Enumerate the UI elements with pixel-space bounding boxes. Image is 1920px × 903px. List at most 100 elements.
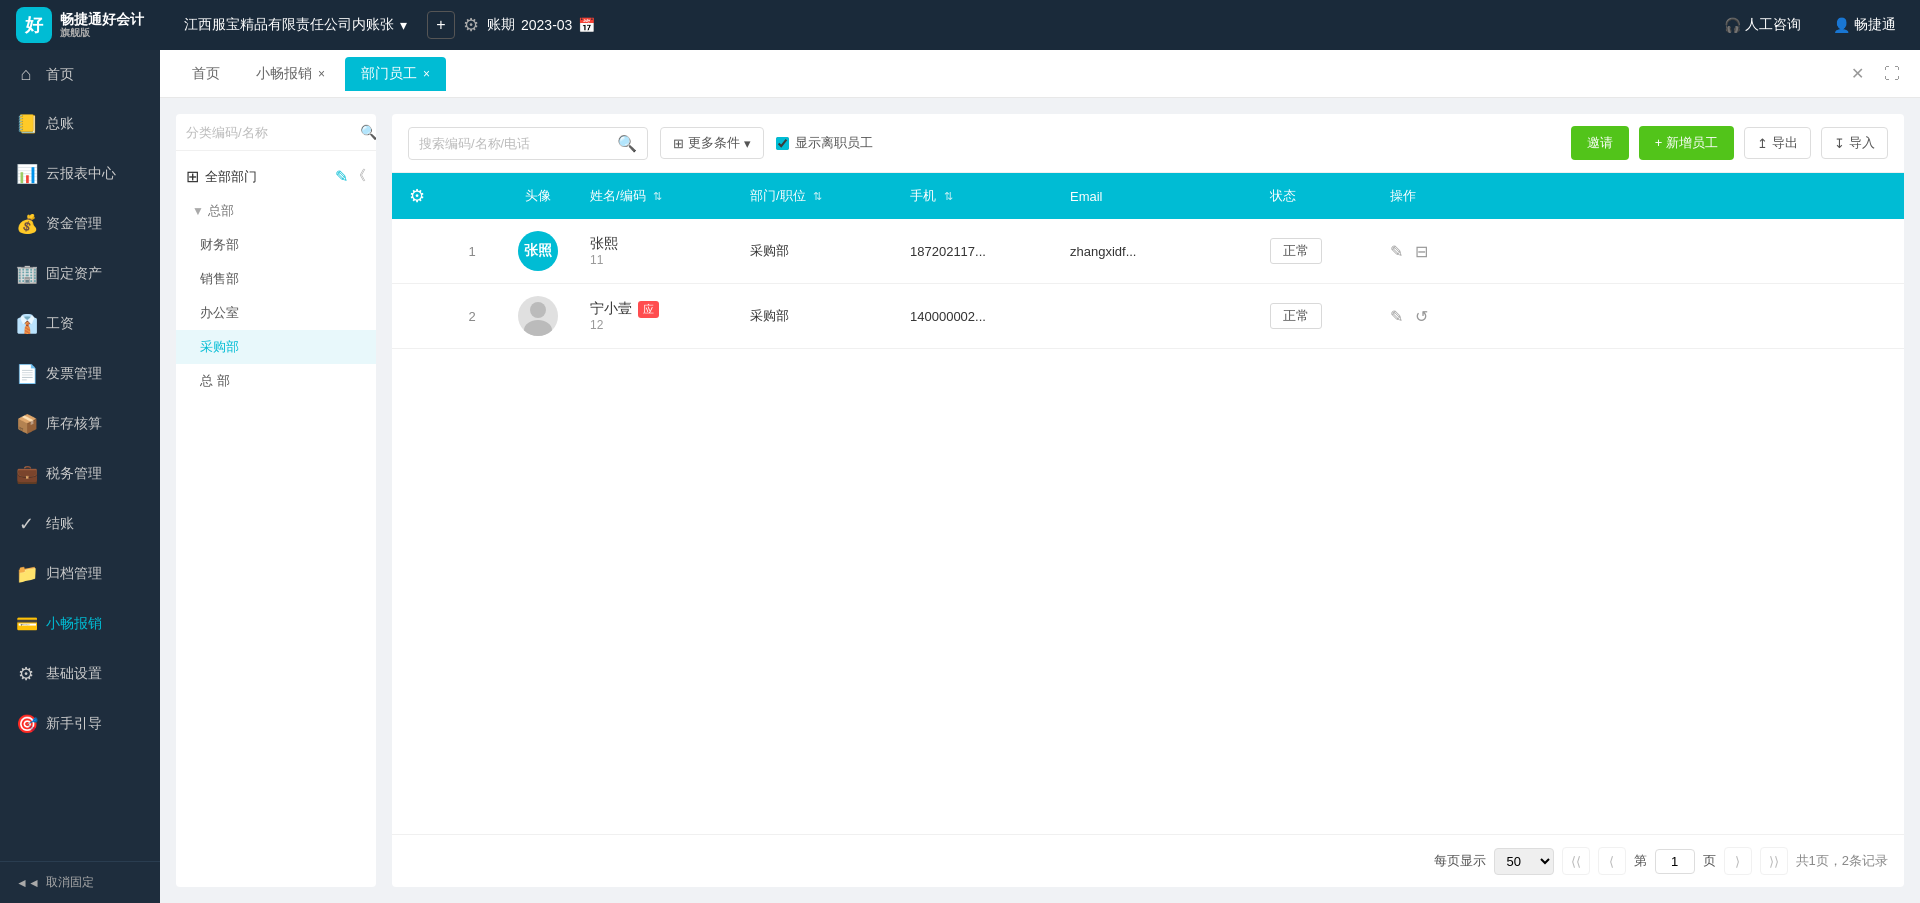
col-dept-sort-icon: ⇅: [813, 190, 822, 202]
company-select[interactable]: 江西服宝精品有限责任公司内账张 ▾: [176, 12, 415, 38]
col-phone-label: 手机: [910, 188, 936, 203]
close-tab-button[interactable]: ✕: [1847, 60, 1868, 87]
first-page-button[interactable]: ⟨⟨: [1562, 847, 1590, 875]
page-label: 页: [1703, 852, 1716, 870]
last-page-button[interactable]: ⟩⟩: [1760, 847, 1788, 875]
cloud-report-icon: 📊: [16, 163, 36, 185]
sidebar-item-tax[interactable]: 💼 税务管理: [0, 449, 160, 499]
sidebar-label-basic-settings: 基础设置: [46, 665, 102, 683]
row2-edit-icon[interactable]: ✎: [1390, 307, 1403, 326]
dept-item-purchase[interactable]: 采购部: [176, 330, 376, 364]
row2-dept: 采购部: [734, 284, 894, 349]
all-dept-item[interactable]: ⊞ 全部部门 ✎ 《: [176, 159, 376, 194]
settings-icon[interactable]: ⚙: [463, 14, 479, 36]
sidebar-item-basic-settings[interactable]: ⚙ 基础设置: [0, 649, 160, 699]
dept-collapse-icon[interactable]: 《: [352, 167, 366, 186]
show-resigned-input[interactable]: [776, 137, 789, 150]
sidebar-item-inventory[interactable]: 📦 库存核算: [0, 399, 160, 449]
export-button[interactable]: ↥ 导出: [1744, 127, 1811, 159]
sidebar-label-tax: 税务管理: [46, 465, 102, 483]
tab-expense-close[interactable]: ×: [318, 68, 325, 80]
employee-search-icon[interactable]: 🔍: [617, 134, 637, 153]
headset-icon: 🎧: [1724, 17, 1741, 33]
user-label: 畅捷通: [1854, 16, 1896, 34]
sidebar-item-newbie[interactable]: 🎯 新手引导: [0, 699, 160, 749]
sidebar-label-invoice: 发票管理: [46, 365, 102, 383]
sidebar-item-fixed-assets[interactable]: 🏢 固定资产: [0, 249, 160, 299]
dept-item-sales[interactable]: 销售部: [176, 262, 376, 296]
newbie-icon: 🎯: [16, 713, 36, 735]
logo-main: 畅捷通好会计: [60, 11, 144, 28]
row1-logout-icon[interactable]: ⊟: [1415, 242, 1428, 261]
invite-button[interactable]: 邀请: [1571, 126, 1629, 160]
dept-header-right: ✎ 《: [335, 167, 366, 186]
dept-item-hq-sub[interactable]: 总 部: [176, 364, 376, 398]
employee-search-input[interactable]: [419, 136, 611, 151]
dept-search-icon[interactable]: 🔍: [360, 124, 376, 140]
col-name-header[interactable]: 姓名/编码 ⇅: [574, 173, 734, 219]
sidebar-item-cloud-report[interactable]: 📊 云报表中心: [0, 149, 160, 199]
tax-icon: 💼: [16, 463, 36, 485]
user-icon: 👤: [1833, 17, 1850, 33]
col-email-header: Email: [1054, 173, 1254, 219]
expand-tab-button[interactable]: ⛶: [1880, 61, 1904, 87]
col-dept-header[interactable]: 部门/职位 ⇅: [734, 173, 894, 219]
hq-group[interactable]: ▼ 总部: [176, 194, 376, 228]
sidebar-item-archive[interactable]: 📁 归档管理: [0, 549, 160, 599]
tab-dept-employee-label: 部门员工: [361, 65, 417, 83]
dept-item-office[interactable]: 办公室: [176, 296, 376, 330]
sidebar-item-checkout[interactable]: ✓ 结账: [0, 499, 160, 549]
show-resigned-checkbox[interactable]: 显示离职员工: [776, 134, 873, 152]
consult-button[interactable]: 🎧 人工咨询: [1716, 12, 1809, 38]
sidebar-item-expense[interactable]: 💳 小畅报销: [0, 599, 160, 649]
cancel-fixed-label: 取消固定: [46, 874, 94, 891]
dept-item-finance[interactable]: 财务部: [176, 228, 376, 262]
row1-edit-icon[interactable]: ✎: [1390, 242, 1403, 261]
filter-button[interactable]: ⊞ 更多条件 ▾: [660, 127, 764, 159]
all-dept-label: 全部部门: [205, 168, 257, 186]
tab-home[interactable]: 首页: [176, 57, 236, 91]
filter-label: 更多条件: [688, 134, 740, 152]
row2-email: [1054, 284, 1254, 349]
sidebar-label-newbie: 新手引导: [46, 715, 102, 733]
next-page-button[interactable]: ⟩: [1724, 847, 1752, 875]
row2-code: 12: [590, 318, 718, 332]
row2-refresh-icon[interactable]: ↺: [1415, 307, 1428, 326]
row2-status: 正常: [1254, 284, 1374, 349]
row2-avatar: [502, 284, 574, 349]
tab-dept-employee[interactable]: 部门员工 ×: [345, 57, 446, 91]
dept-search-bar: 🔍: [176, 114, 376, 151]
import-button[interactable]: ↧ 导入: [1821, 127, 1888, 159]
dept-search-input[interactable]: [186, 125, 354, 140]
dept-edit-icon[interactable]: ✎: [335, 167, 348, 186]
tab-expense[interactable]: 小畅报销 ×: [240, 57, 341, 91]
row1-name-cell: 张熙 11: [574, 219, 734, 284]
row1-avatar: 张照: [502, 219, 574, 284]
cancel-fixed-button[interactable]: ◄◄ 取消固定: [0, 861, 160, 903]
row1-status-tag: 正常: [1270, 238, 1322, 264]
sidebar-item-payroll[interactable]: 👔 工资: [0, 299, 160, 349]
row1-dept: 采购部: [734, 219, 894, 284]
tab-dept-employee-close[interactable]: ×: [423, 68, 430, 80]
calendar-icon[interactable]: 📅: [578, 17, 595, 33]
per-page-select[interactable]: 50 10 20 100: [1494, 848, 1554, 875]
col-gear-header[interactable]: ⚙: [392, 173, 442, 219]
add-tab-button[interactable]: +: [427, 11, 455, 39]
inventory-icon: 📦: [16, 413, 36, 435]
page-input[interactable]: [1655, 849, 1695, 874]
col-dept-label: 部门/职位: [750, 188, 806, 203]
consult-label: 人工咨询: [1745, 16, 1801, 34]
sidebar-item-fund-management[interactable]: 💰 资金管理: [0, 199, 160, 249]
user-menu[interactable]: 👤 畅捷通: [1825, 12, 1904, 38]
col-gear-icon[interactable]: ⚙: [409, 186, 425, 206]
sidebar-item-home[interactable]: ⌂ 首页: [0, 50, 160, 99]
prev-page-button[interactable]: ⟨: [1598, 847, 1626, 875]
col-phone-header[interactable]: 手机 ⇅: [894, 173, 1054, 219]
row2-avatar-img: [518, 296, 558, 336]
sidebar-item-invoice[interactable]: 📄 发票管理: [0, 349, 160, 399]
logo-icon: 好: [16, 7, 52, 43]
archive-icon: 📁: [16, 563, 36, 585]
sidebar-item-general-ledger[interactable]: 📒 总账: [0, 99, 160, 149]
tab-expense-label: 小畅报销: [256, 65, 312, 83]
add-employee-button[interactable]: + 新增员工: [1639, 126, 1734, 160]
